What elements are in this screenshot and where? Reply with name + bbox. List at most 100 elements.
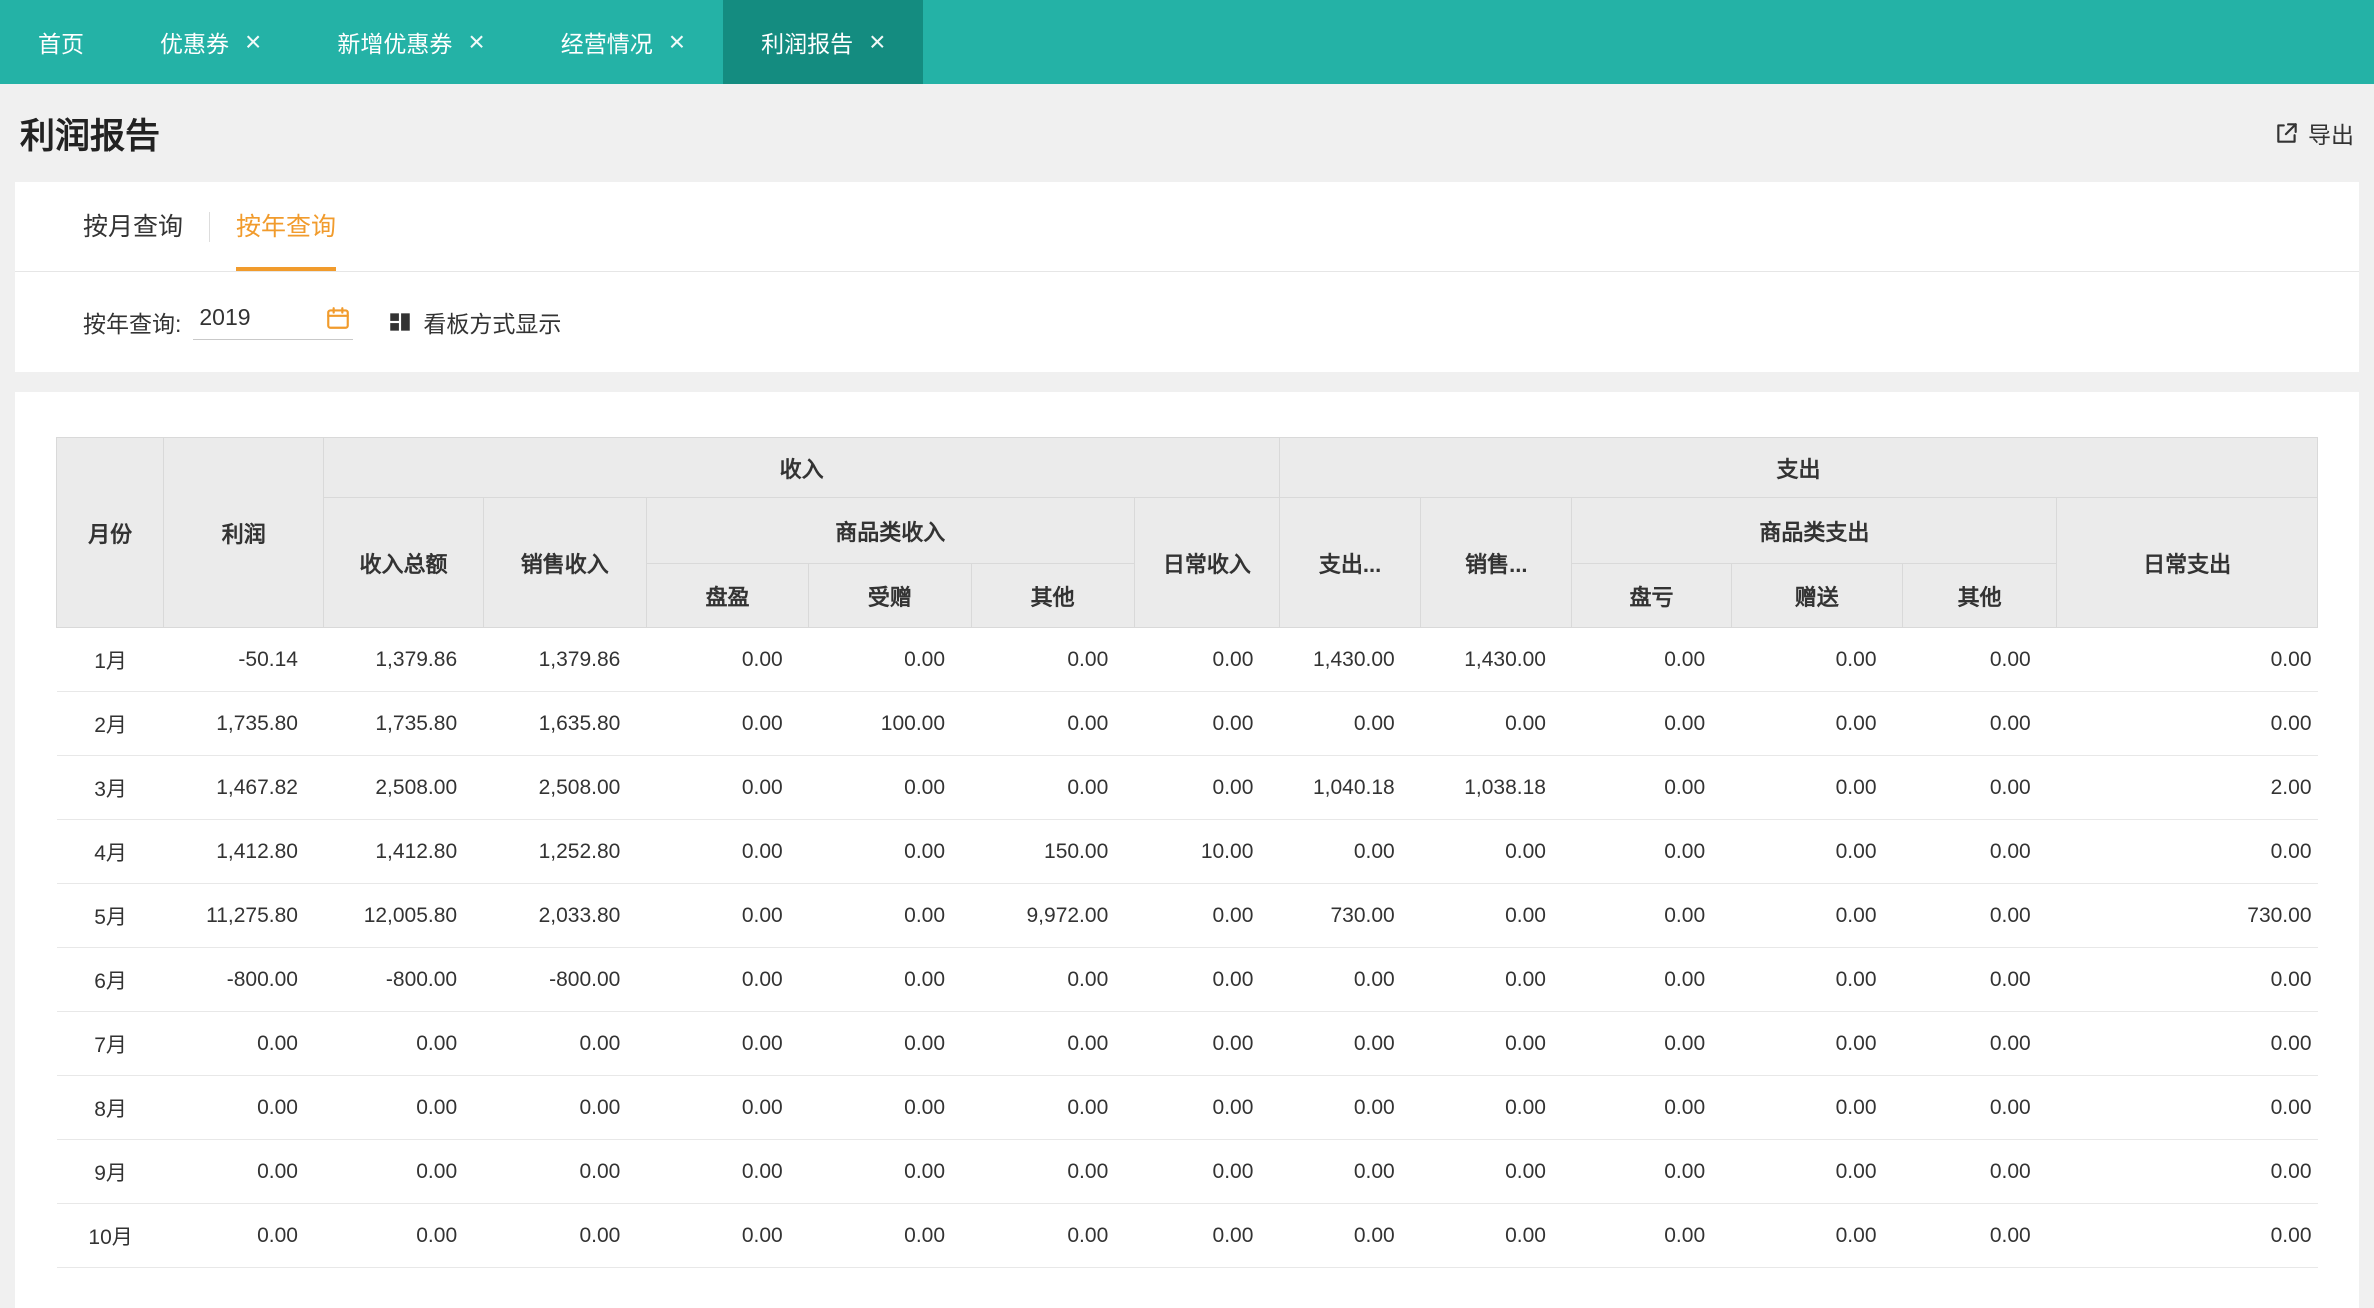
value-cell: 0.00 xyxy=(1420,819,1572,884)
nav-tab-1[interactable]: 优惠券 × xyxy=(122,0,299,84)
tab-yearly-query[interactable]: 按年查询 xyxy=(236,182,337,271)
close-icon[interactable]: × xyxy=(669,28,685,56)
close-icon[interactable]: × xyxy=(245,28,261,56)
calendar-icon[interactable] xyxy=(325,305,351,331)
value-cell: 0.00 xyxy=(1134,1075,1280,1140)
col-daily-expense: 日常支出 xyxy=(2056,497,2318,628)
value-cell: 0.00 xyxy=(163,1011,324,1076)
value-cell: 0.00 xyxy=(1902,1139,2057,1204)
value-cell: 0.00 xyxy=(1420,947,1572,1012)
table-row: 2月 1,735.80 1,735.80 1,635.80 0.00 100.00 0.00… xyxy=(56,691,2318,756)
value-cell: 0.00 xyxy=(1571,819,1732,884)
month-cell: 7月 xyxy=(56,1011,164,1076)
value-cell: 0.00 xyxy=(1420,1139,1572,1204)
value-cell: 0.00 xyxy=(1420,1203,1572,1268)
value-cell: 0.00 xyxy=(1279,947,1421,1012)
tab-monthly-query-label: 按月查询 xyxy=(83,212,184,241)
value-cell: 2,033.80 xyxy=(483,883,647,948)
value-cell: 0.00 xyxy=(646,883,809,948)
table-row: 4月 1,412.80 1,412.80 1,252.80 0.00 0.00 150.00… xyxy=(56,819,2318,884)
board-view-toggle[interactable]: 看板方式显示 xyxy=(387,305,561,339)
month-cell: 6月 xyxy=(56,947,164,1012)
value-cell: 0.00 xyxy=(808,947,972,1012)
value-cell: 0.00 xyxy=(646,1203,809,1268)
value-cell: 0.00 xyxy=(971,1139,1135,1204)
value-cell: 10.00 xyxy=(1134,819,1280,884)
value-cell: 0.00 xyxy=(1134,1203,1280,1268)
value-cell: 1,038.18 xyxy=(1420,755,1572,820)
value-cell: 0.00 xyxy=(1134,947,1280,1012)
col-sales-expense: 销售... xyxy=(1420,497,1573,628)
nav-tab-4[interactable]: 利润报告 × xyxy=(723,0,924,84)
value-cell: 150.00 xyxy=(971,819,1135,884)
value-cell: 0.00 xyxy=(808,755,972,820)
value-cell: 0.00 xyxy=(1902,1203,2057,1268)
value-cell: 0.00 xyxy=(1279,691,1421,756)
value-cell: 0.00 xyxy=(1134,691,1280,756)
month-cell: 9月 xyxy=(56,1139,164,1204)
tab-monthly-query[interactable]: 按月查询 xyxy=(83,182,183,271)
board-view-icon xyxy=(387,309,413,335)
value-cell: 0.00 xyxy=(1571,1011,1732,1076)
value-cell: 0.00 xyxy=(1731,1203,1903,1268)
month-cell: 5月 xyxy=(56,883,164,948)
tab-divider xyxy=(209,211,211,242)
value-cell: 0.00 xyxy=(1731,627,1903,692)
year-filter-label: 按年查询: xyxy=(83,311,182,337)
year-input[interactable]: 2019 xyxy=(193,304,354,340)
value-cell: 1,040.18 xyxy=(1279,755,1421,820)
value-cell: 1,430.00 xyxy=(1279,627,1421,692)
page-title: 利润报告 xyxy=(20,116,161,156)
value-cell: 1,412.80 xyxy=(323,819,484,884)
value-cell: 0.00 xyxy=(971,1075,1135,1140)
value-cell: 0.00 xyxy=(646,947,809,1012)
value-cell: 0.00 xyxy=(1902,691,2057,756)
value-cell: 0.00 xyxy=(163,1203,324,1268)
col-other-income: 其他 xyxy=(970,563,1135,628)
month-cell: 4月 xyxy=(56,819,164,884)
nav-tab-2[interactable]: 新增优惠券 × xyxy=(299,0,522,84)
board-view-label: 看板方式显示 xyxy=(423,311,562,337)
value-cell: 100.00 xyxy=(808,691,972,756)
export-button[interactable]: 导出 xyxy=(2274,116,2354,150)
col-gift-given: 赠送 xyxy=(1730,563,1904,628)
value-cell: 0.00 xyxy=(808,627,972,692)
month-cell: 1月 xyxy=(56,627,164,692)
value-cell: 0.00 xyxy=(483,1075,647,1140)
value-cell: 1,467.82 xyxy=(163,755,324,820)
value-cell: 0.00 xyxy=(1571,627,1732,692)
nav-tab-3[interactable]: 经营情况 × xyxy=(523,0,723,84)
value-cell: 0.00 xyxy=(1902,1011,2057,1076)
col-gift-received: 受赠 xyxy=(808,563,972,628)
value-cell: 730.00 xyxy=(2056,883,2318,948)
value-cell: 0.00 xyxy=(1902,627,2057,692)
value-cell: 0.00 xyxy=(1420,883,1572,948)
value-cell: 0.00 xyxy=(646,819,809,884)
value-cell: 0.00 xyxy=(1902,755,2057,820)
table-body: 1月 -50.14 1,379.86 1,379.86 0.00 0.00 0.00 0.00… xyxy=(56,627,2318,1268)
close-icon[interactable]: × xyxy=(468,28,484,56)
profit-table: 月份 利润 收入 支出 收入总额 销售收入 商品类收入 日常收入 支出... 销… xyxy=(55,437,2319,1268)
col-expense-total: 支出... xyxy=(1278,497,1422,628)
value-cell: 0.00 xyxy=(808,1011,972,1076)
value-cell: 0.00 xyxy=(646,1011,809,1076)
value-cell: 0.00 xyxy=(646,691,809,756)
col-income-total: 收入总额 xyxy=(323,497,484,628)
table-header: 月份 利润 收入 支出 收入总额 销售收入 商品类收入 日常收入 支出... 销… xyxy=(55,437,2319,628)
nav-tab-label: 经营情况 xyxy=(560,31,653,57)
nav-tab-0[interactable]: 首页 xyxy=(0,0,122,84)
col-sales-income: 销售收入 xyxy=(482,497,647,628)
value-cell: 0.00 xyxy=(1902,1075,2057,1140)
value-cell: 0.00 xyxy=(1571,1075,1732,1140)
table-row: 3月 1,467.82 2,508.00 2,508.00 0.00 0.00 0.00 0.… xyxy=(56,755,2318,820)
value-cell: 0.00 xyxy=(1571,883,1732,948)
value-cell: 0.00 xyxy=(2056,1203,2318,1268)
value-cell: 0.00 xyxy=(971,691,1135,756)
value-cell: 0.00 xyxy=(1731,1011,1903,1076)
value-cell: 0.00 xyxy=(971,1203,1135,1268)
value-cell: 1,379.86 xyxy=(483,627,647,692)
close-icon[interactable]: × xyxy=(869,28,885,56)
value-cell: 0.00 xyxy=(1134,627,1280,692)
value-cell: 2.00 xyxy=(2056,755,2318,820)
table-row: 5月 11,275.80 12,005.80 2,033.80 0.00 0.00 9,97… xyxy=(56,883,2318,948)
